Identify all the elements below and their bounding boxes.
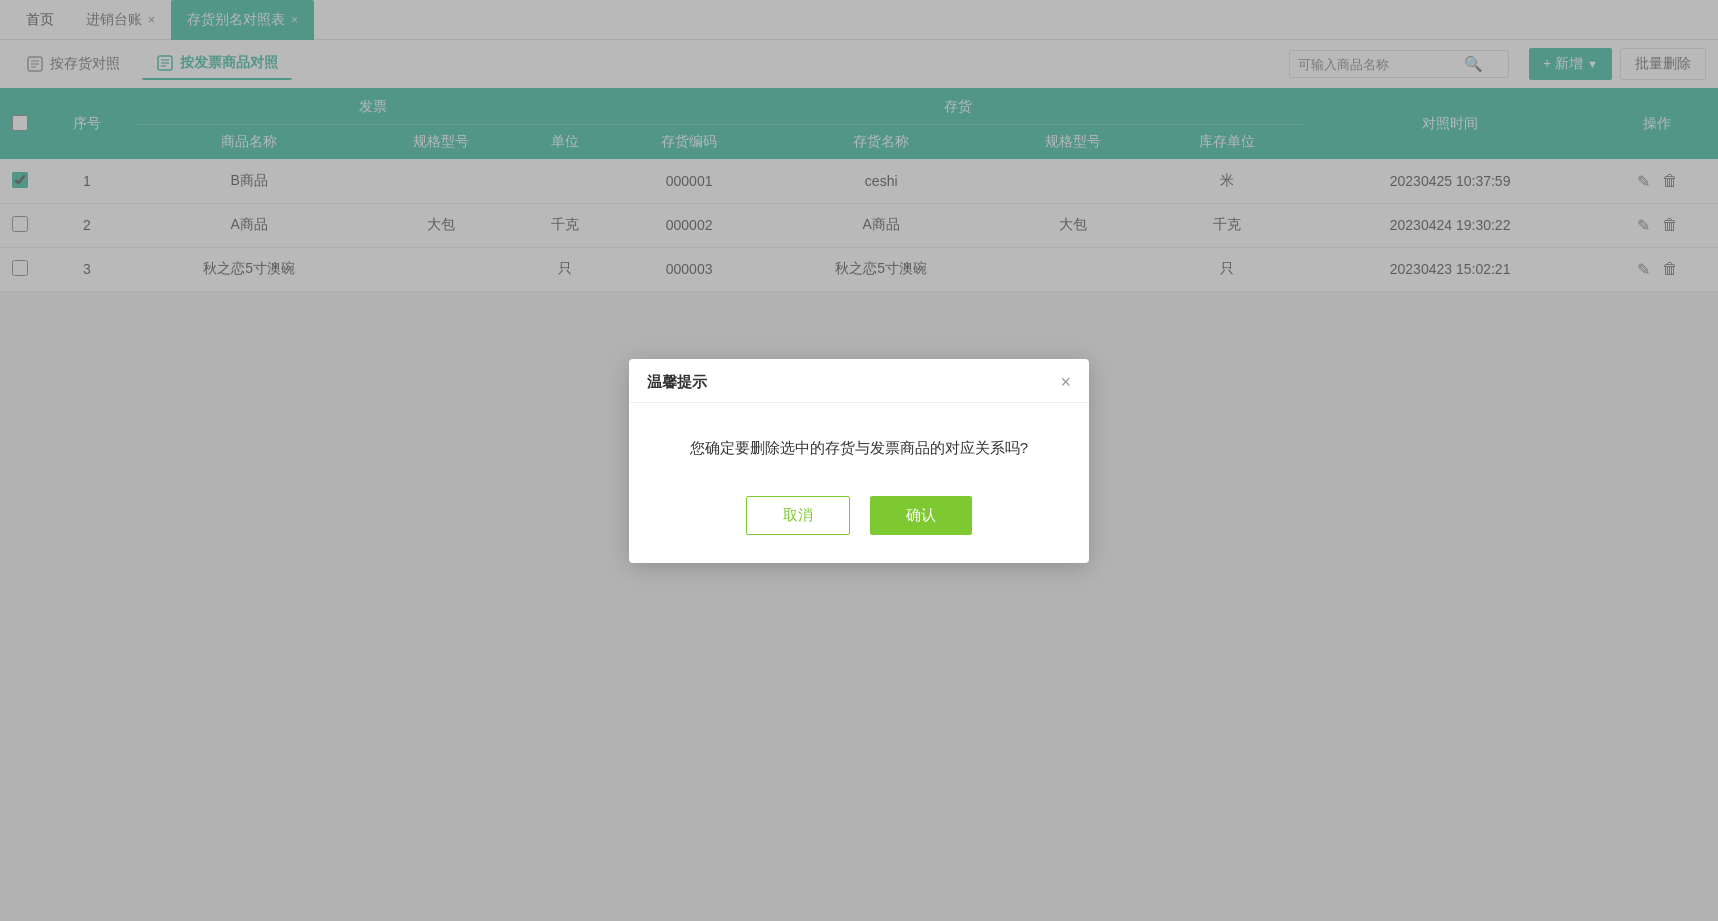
modal-overlay: 温馨提示 × 您确定要删除选中的存货与发票商品的对应关系吗? 取消 确认 [0, 0, 1718, 292]
